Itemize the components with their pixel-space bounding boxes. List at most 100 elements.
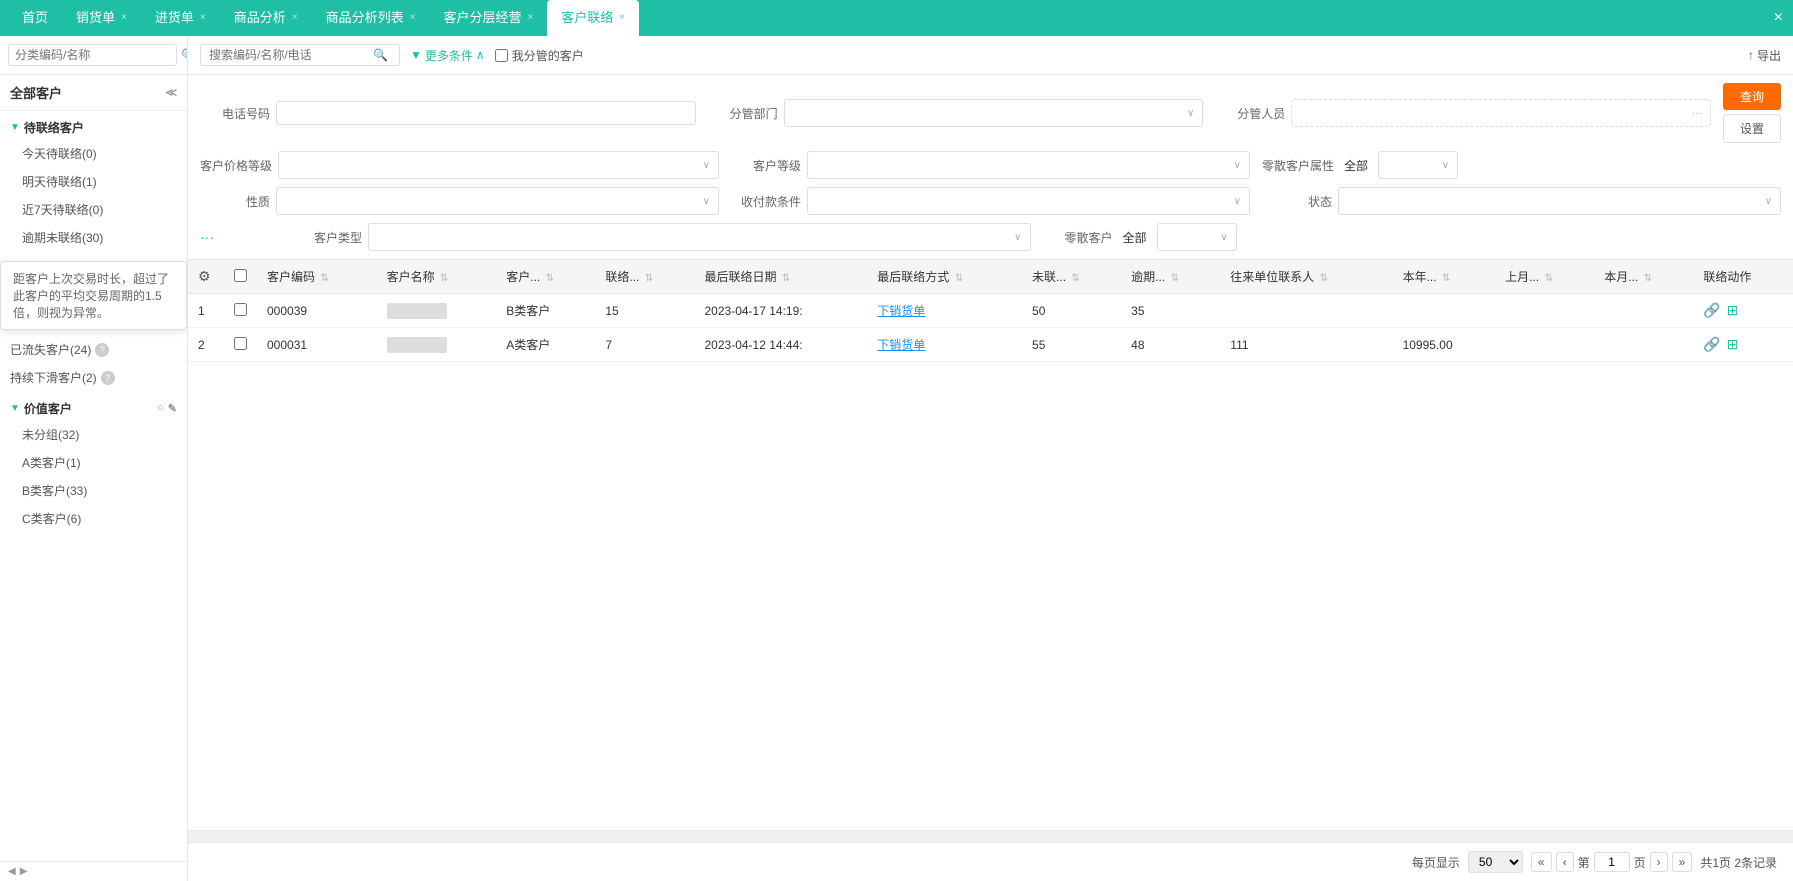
sort-this-year-icon[interactable]: ⇅ bbox=[1442, 273, 1450, 284]
tab-purchase[interactable]: 进货单 × bbox=[141, 0, 220, 36]
next-page-button[interactable]: › bbox=[1650, 852, 1668, 872]
prev-page-button[interactable]: ‹ bbox=[1556, 852, 1574, 872]
scatter-attr-select[interactable]: ∨ bbox=[1378, 151, 1458, 179]
sidebar-group-waiting-title[interactable]: ▼ 待联络客户 bbox=[0, 115, 187, 140]
tab-customer-contact-label: 客户联络 bbox=[561, 0, 613, 36]
more-ellipsis[interactable]: ··· bbox=[200, 229, 214, 245]
sidebar-bottom-left-arrow[interactable]: ◀ bbox=[8, 866, 16, 877]
row2-link-icon[interactable]: 🔗 bbox=[1703, 336, 1720, 353]
sidebar-item-c-class[interactable]: C类客户(6) bbox=[0, 505, 187, 533]
row2-index: 2 bbox=[188, 328, 224, 362]
sidebar-item-today[interactable]: 今天待联络(0) bbox=[0, 140, 187, 168]
price-level-select[interactable]: ∨ bbox=[278, 151, 719, 179]
per-page-select[interactable]: 50 20 100 bbox=[1468, 851, 1523, 873]
row2-contact-method-link[interactable]: 下销货单 bbox=[877, 338, 925, 352]
table-gear-icon[interactable]: ⚙ bbox=[198, 268, 211, 284]
customer-level-label: 客户等级 bbox=[731, 157, 801, 174]
nature-select[interactable]: ∨ bbox=[276, 187, 719, 215]
my-customers-checkbox-area[interactable]: 我分管的客户 bbox=[495, 47, 584, 64]
row1-link-icon[interactable]: 🔗 bbox=[1703, 302, 1720, 319]
export-button[interactable]: ↑ 导出 bbox=[1748, 47, 1781, 64]
sort-last-contact-date-icon[interactable]: ⇅ bbox=[782, 273, 790, 284]
sort-customer-name-icon[interactable]: ⇅ bbox=[440, 273, 448, 284]
customer-level-select[interactable]: ∨ bbox=[807, 151, 1250, 179]
sidebar-search-icon[interactable]: 🔍 bbox=[181, 48, 188, 62]
row1-this-month bbox=[1594, 294, 1693, 328]
my-customers-checkbox[interactable] bbox=[495, 49, 508, 62]
sidebar-group-value-title[interactable]: ▼ 价值客户 ○ ✎ bbox=[0, 396, 187, 421]
row1-last-contact-date: 2023-04-17 14:19: bbox=[695, 294, 868, 328]
dept-select[interactable]: ∨ bbox=[784, 99, 1204, 127]
tab-purchase-close[interactable]: × bbox=[200, 0, 206, 36]
row1-grid-icon[interactable]: ⊞ bbox=[1727, 302, 1739, 319]
sort-customer-code-icon[interactable]: ⇅ bbox=[320, 273, 328, 284]
close-all-button[interactable]: × bbox=[1774, 9, 1783, 27]
sort-last-contact-method-icon[interactable]: ⇅ bbox=[955, 273, 963, 284]
horizontal-scrollbar[interactable] bbox=[188, 830, 1793, 842]
value-group-icons: ○ ✎ bbox=[157, 402, 177, 415]
value-group-edit-icon[interactable]: ✎ bbox=[168, 402, 177, 415]
select-all-checkbox[interactable] bbox=[234, 269, 247, 282]
tab-sales-close[interactable]: × bbox=[121, 0, 127, 36]
tab-goods-analysis-list[interactable]: 商品分析列表 × bbox=[312, 0, 430, 36]
tab-customer-segment-close[interactable]: × bbox=[527, 0, 533, 36]
query-button[interactable]: 查询 bbox=[1723, 83, 1781, 110]
row2-checkbox[interactable] bbox=[234, 337, 247, 350]
page-label: 第 bbox=[1578, 854, 1590, 871]
sidebar-item-churned[interactable]: 已流失客户(24) ? bbox=[0, 336, 187, 364]
customer-type-select[interactable]: ∨ bbox=[368, 223, 1031, 251]
filter-row-3: 性质 ∨ 收付款条件 ∨ 状态 ∨ bbox=[200, 187, 1781, 215]
sidebar-item-declining[interactable]: 持续下滑客户(2) ? bbox=[0, 364, 187, 392]
status-select[interactable]: ∨ bbox=[1338, 187, 1781, 215]
tab-sales[interactable]: 销货单 × bbox=[62, 0, 141, 36]
person-select[interactable]: ··· bbox=[1291, 99, 1711, 127]
search-input[interactable] bbox=[209, 48, 369, 62]
more-conditions-button[interactable]: ▼ 更多条件 ∧ bbox=[410, 47, 485, 64]
last-page-button[interactable]: » bbox=[1672, 852, 1693, 872]
tab-goods-analysis[interactable]: 商品分析 × bbox=[220, 0, 312, 36]
sort-overdue-icon[interactable]: ⇅ bbox=[1171, 273, 1179, 284]
table-header-row: ⚙ 客户编码 ⇅ 客户名称 ⇅ bbox=[188, 260, 1793, 294]
row1-actions: 🔗 ⊞ bbox=[1693, 294, 1793, 328]
col-gear: ⚙ bbox=[188, 260, 224, 294]
sort-this-month-icon[interactable]: ⇅ bbox=[1644, 273, 1652, 284]
value-group-circle-icon[interactable]: ○ bbox=[157, 402, 164, 415]
sidebar-item-unsorted[interactable]: 未分组(32) bbox=[0, 421, 187, 449]
settings-button[interactable]: 设置 bbox=[1723, 114, 1781, 143]
scatter-select[interactable]: ∨ bbox=[1157, 223, 1237, 251]
sort-contact-count-icon[interactable]: ⇅ bbox=[645, 273, 653, 284]
collapse-sidebar-icon[interactable]: ≪ bbox=[165, 86, 177, 99]
page-number-input[interactable] bbox=[1594, 852, 1630, 872]
row2-grid-icon[interactable]: ⊞ bbox=[1727, 336, 1739, 353]
search-icon[interactable]: 🔍 bbox=[373, 48, 388, 62]
tab-customer-contact-close[interactable]: × bbox=[619, 0, 625, 36]
sidebar-item-b-class[interactable]: B类客户(33) bbox=[0, 477, 187, 505]
sidebar-all-customers[interactable]: 全部客户 ≪ bbox=[0, 75, 187, 111]
tab-goods-analysis-close[interactable]: × bbox=[292, 0, 298, 36]
col-this-year: 本年... ⇅ bbox=[1393, 260, 1496, 294]
sidebar-item-a-class[interactable]: A类客户(1) bbox=[0, 449, 187, 477]
tab-customer-segment-label: 客户分层经营 bbox=[443, 0, 521, 36]
tab-goods-analysis-list-close[interactable]: × bbox=[410, 0, 416, 36]
row1-checkbox[interactable] bbox=[234, 303, 247, 316]
tab-customer-contact[interactable]: 客户联络 × bbox=[547, 0, 639, 36]
tab-purchase-label: 进货单 bbox=[155, 0, 194, 36]
payment-select[interactable]: ∨ bbox=[807, 187, 1250, 215]
sort-customer-type-icon[interactable]: ⇅ bbox=[546, 273, 554, 284]
row1-contact-method-link[interactable]: 下销货单 bbox=[877, 304, 925, 318]
filter-cell-more: ··· bbox=[200, 229, 280, 245]
filter-cell-scatter-attr: 零散客户属性 全部 ∨ bbox=[1262, 151, 1781, 179]
sort-unit-contact-icon[interactable]: ⇅ bbox=[1320, 273, 1328, 284]
sort-last-month-icon[interactable]: ⇅ bbox=[1544, 273, 1552, 284]
sidebar-search-input[interactable] bbox=[8, 44, 177, 66]
col-checkbox bbox=[224, 260, 257, 294]
tab-home[interactable]: 首页 bbox=[8, 0, 62, 36]
sort-uncontact-icon[interactable]: ⇅ bbox=[1071, 273, 1079, 284]
first-page-button[interactable]: « bbox=[1531, 852, 1552, 872]
tab-customer-segment[interactable]: 客户分层经营 × bbox=[429, 0, 547, 36]
sidebar-bottom-right-arrow[interactable]: ▶ bbox=[20, 866, 28, 877]
sidebar-item-week[interactable]: 近7天待联络(0) bbox=[0, 196, 187, 224]
sidebar-item-overdue[interactable]: 逾期未联络(30) bbox=[0, 224, 187, 252]
phone-input[interactable] bbox=[276, 101, 696, 125]
sidebar-item-tomorrow[interactable]: 明天待联络(1) bbox=[0, 168, 187, 196]
